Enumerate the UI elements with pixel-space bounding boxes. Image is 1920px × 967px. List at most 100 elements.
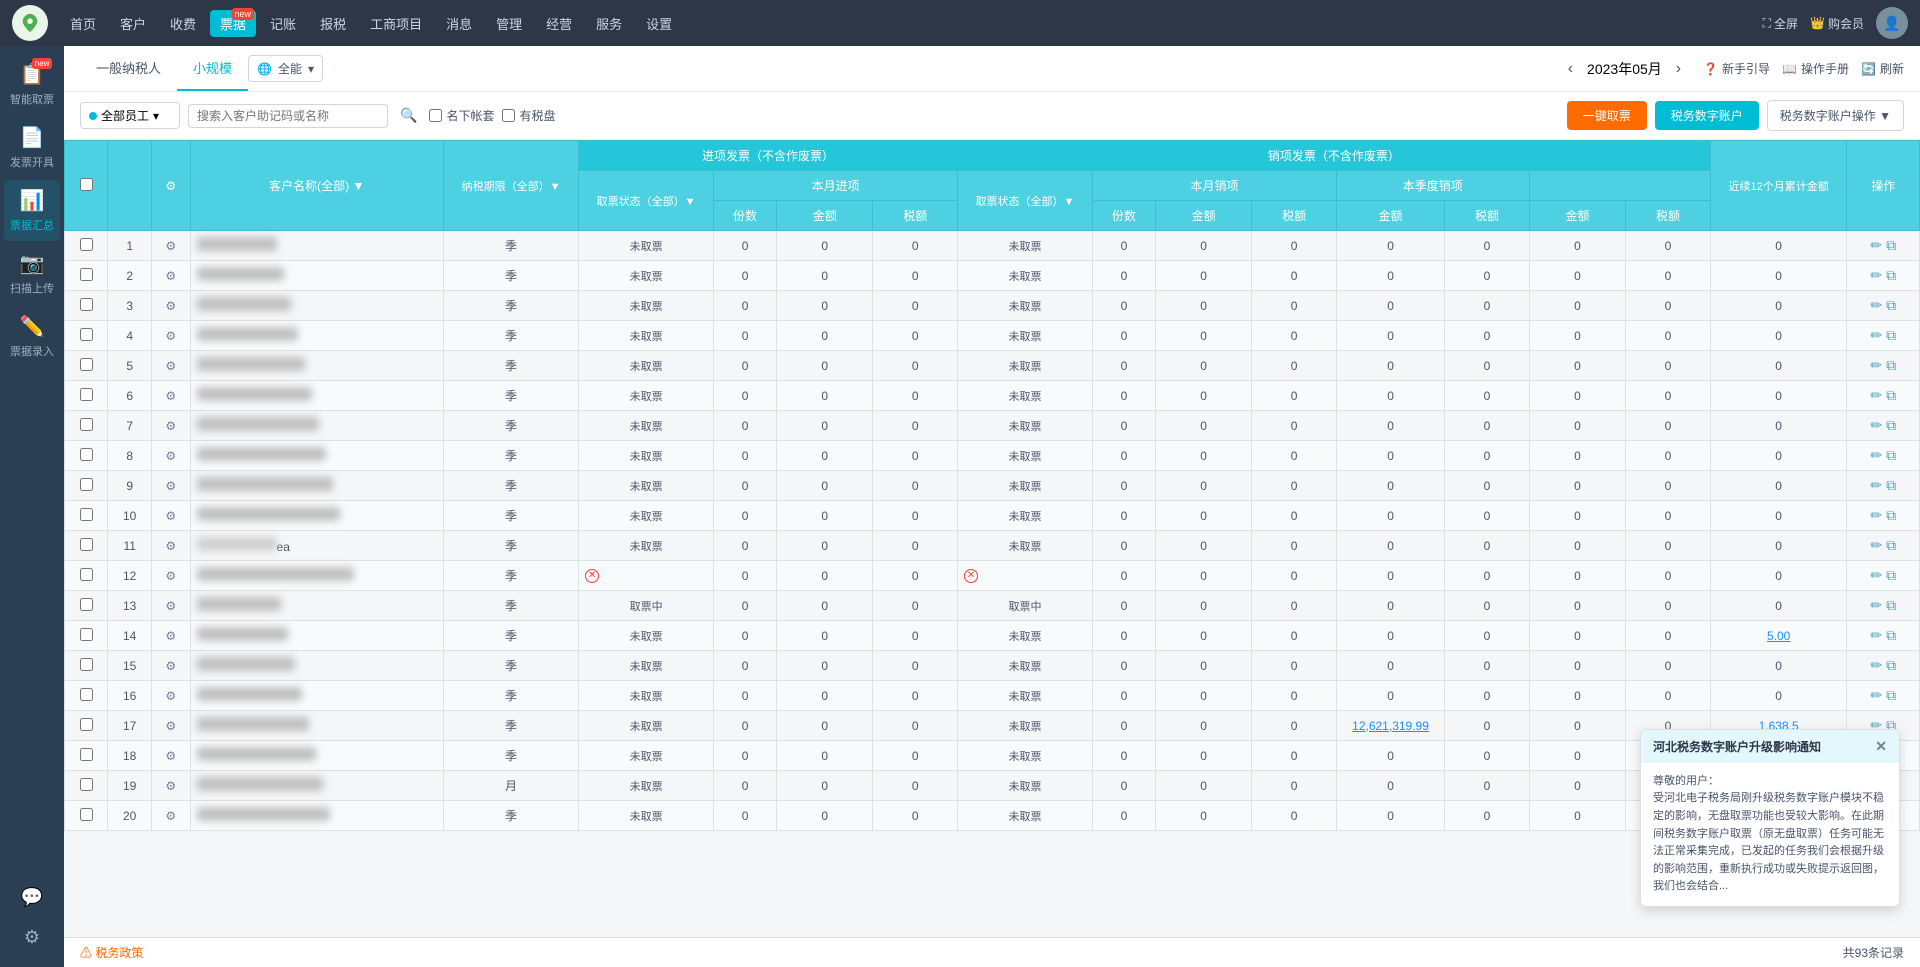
th-client-name[interactable]: 客户名称(全部) ▼ — [190, 141, 444, 231]
row-checkbox[interactable] — [80, 418, 93, 431]
nav-manage[interactable]: 管理 — [486, 10, 532, 37]
edit-icon[interactable]: ✏ — [1870, 447, 1882, 464]
row-gear-icon[interactable]: ⚙ — [165, 359, 176, 373]
edit-icon[interactable]: ✏ — [1870, 597, 1882, 614]
copy-icon[interactable]: ⧉ — [1886, 417, 1896, 434]
digital-account-button[interactable]: 税务数字账户 — [1655, 101, 1759, 130]
th-input-status[interactable]: 取票状态（全部）▼ — [579, 171, 714, 231]
row-gear-icon[interactable]: ⚙ — [165, 539, 176, 553]
row-gear-icon[interactable]: ⚙ — [165, 299, 176, 313]
tab-general-taxpayer[interactable]: 一般纳税人 — [80, 46, 177, 91]
row-checkbox[interactable] — [80, 688, 93, 701]
one-click-ticket-button[interactable]: 一键取票 — [1567, 101, 1647, 130]
row-checkbox[interactable] — [80, 778, 93, 791]
edit-icon[interactable]: ✏ — [1870, 657, 1882, 674]
row-checkbox[interactable] — [80, 238, 93, 251]
row-gear-icon[interactable]: ⚙ — [165, 479, 176, 493]
row-checkbox[interactable] — [80, 508, 93, 521]
edit-icon[interactable]: ✏ — [1870, 237, 1882, 254]
sidebar-item-smart-ticket[interactable]: 📋 new 智能取票 — [4, 54, 60, 115]
row-gear-icon[interactable]: ⚙ — [165, 779, 176, 793]
row-checkbox[interactable] — [80, 598, 93, 611]
row-checkbox[interactable] — [80, 388, 93, 401]
row-gear-icon[interactable]: ⚙ — [165, 749, 176, 763]
sidebar-item-invoice-summary[interactable]: 📊 票据汇总 — [4, 180, 60, 241]
digital-account-op-button[interactable]: 税务数字账户操作 ▼ — [1767, 100, 1904, 131]
user-avatar[interactable]: 👤 — [1876, 7, 1908, 39]
copy-icon[interactable]: ⧉ — [1886, 477, 1896, 494]
row-checkbox[interactable] — [80, 718, 93, 731]
copy-icon[interactable]: ⧉ — [1886, 597, 1896, 614]
row-checkbox[interactable] — [80, 628, 93, 641]
search-button[interactable]: 🔍 — [396, 103, 421, 128]
sidebar-item-scan-upload[interactable]: 📷 扫描上传 — [4, 243, 60, 304]
tax-disk-checkbox-label[interactable]: 有税盘 — [502, 107, 555, 124]
edit-icon[interactable]: ✏ — [1870, 417, 1882, 434]
employee-select[interactable]: 全部员工 ▾ — [80, 102, 180, 129]
search-input[interactable] — [188, 104, 388, 128]
row-checkbox[interactable] — [80, 298, 93, 311]
row-checkbox[interactable] — [80, 448, 93, 461]
edit-icon[interactable]: ✏ — [1870, 537, 1882, 554]
nav-service[interactable]: 服务 — [586, 10, 632, 37]
row-checkbox[interactable] — [80, 478, 93, 491]
copy-icon[interactable]: ⧉ — [1886, 627, 1896, 644]
row-checkbox[interactable] — [80, 808, 93, 821]
ledger-checkbox[interactable] — [429, 109, 442, 122]
nav-settings[interactable]: 设置 — [636, 10, 682, 37]
row-gear-icon[interactable]: ⚙ — [165, 719, 176, 733]
edit-icon[interactable]: ✏ — [1870, 627, 1882, 644]
edit-icon[interactable]: ✏ — [1870, 687, 1882, 704]
edit-icon[interactable]: ✏ — [1870, 387, 1882, 404]
edit-icon[interactable]: ✏ — [1870, 327, 1882, 344]
row-gear-icon[interactable]: ⚙ — [165, 809, 176, 823]
row-gear-icon[interactable]: ⚙ — [165, 509, 176, 523]
nav-fee[interactable]: 收费 — [160, 10, 206, 37]
th-output-status[interactable]: 取票状态（全部）▼ — [957, 171, 1092, 231]
copy-icon[interactable]: ⧉ — [1886, 507, 1896, 524]
edit-icon[interactable]: ✏ — [1870, 297, 1882, 314]
nav-accounting[interactable]: 记账 — [260, 10, 306, 37]
copy-icon[interactable]: ⧉ — [1886, 657, 1896, 674]
row-gear-icon[interactable]: ⚙ — [165, 599, 176, 613]
row-checkbox[interactable] — [80, 358, 93, 371]
sidebar-item-invoice-entry[interactable]: ✏️ 票据录入 — [4, 306, 60, 367]
tab-full[interactable]: 🌐 全能 ▾ — [248, 55, 323, 82]
row-gear-icon[interactable]: ⚙ — [165, 269, 176, 283]
copy-icon[interactable]: ⧉ — [1886, 387, 1896, 404]
nav-home[interactable]: 首页 — [60, 10, 106, 37]
tab-small-scale[interactable]: 小规模 — [177, 46, 248, 91]
row-gear-icon[interactable]: ⚙ — [165, 419, 176, 433]
row-checkbox[interactable] — [80, 748, 93, 761]
copy-icon[interactable]: ⧉ — [1886, 297, 1896, 314]
edit-icon[interactable]: ✏ — [1870, 267, 1882, 284]
row-gear-icon[interactable]: ⚙ — [165, 569, 176, 583]
fullscreen-button[interactable]: ⛶ 全屏 — [1763, 15, 1798, 32]
row-checkbox[interactable] — [80, 328, 93, 341]
row-checkbox[interactable] — [80, 568, 93, 581]
tax-policy-link[interactable]: ⚠ 税务政策 — [80, 944, 143, 961]
nav-invoice[interactable]: 票据 new — [210, 10, 256, 37]
edit-icon[interactable]: ✏ — [1870, 357, 1882, 374]
select-all-checkbox[interactable] — [80, 178, 93, 191]
row-gear-icon[interactable]: ⚙ — [165, 239, 176, 253]
row-gear-icon[interactable]: ⚙ — [165, 659, 176, 673]
edit-icon[interactable]: ✏ — [1870, 477, 1882, 494]
app-logo[interactable] — [12, 5, 48, 41]
tax-disk-checkbox[interactable] — [502, 109, 515, 122]
ledger-checkbox-label[interactable]: 名下帐套 — [429, 107, 494, 124]
copy-icon[interactable]: ⧉ — [1886, 327, 1896, 344]
row-gear-icon[interactable]: ⚙ — [165, 629, 176, 643]
guide-button[interactable]: ❓ 新手引导 — [1703, 60, 1770, 77]
sidebar-bottom-icon-2[interactable]: ⚙ — [14, 919, 50, 955]
copy-icon[interactable]: ⧉ — [1886, 267, 1896, 284]
nav-operation[interactable]: 经营 — [536, 10, 582, 37]
copy-icon[interactable]: ⧉ — [1886, 357, 1896, 374]
copy-icon[interactable]: ⧉ — [1886, 237, 1896, 254]
nav-business[interactable]: 工商项目 — [360, 10, 432, 37]
row-checkbox[interactable] — [80, 268, 93, 281]
copy-icon[interactable]: ⧉ — [1886, 567, 1896, 584]
row-gear-icon[interactable]: ⚙ — [165, 689, 176, 703]
row-gear-icon[interactable]: ⚙ — [165, 389, 176, 403]
edit-icon[interactable]: ✏ — [1870, 567, 1882, 584]
